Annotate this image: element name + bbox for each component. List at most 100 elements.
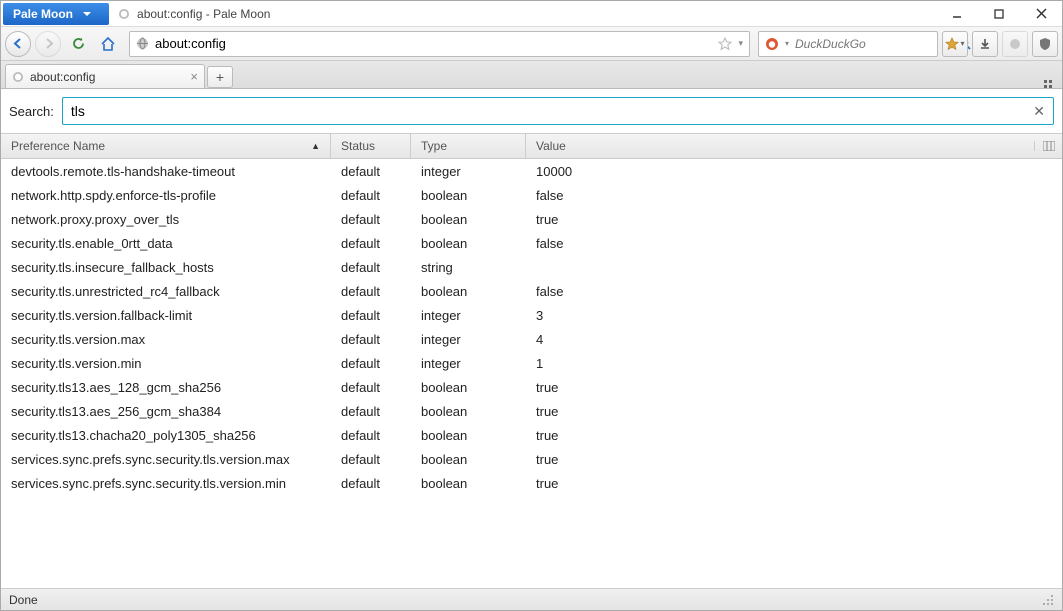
- pref-status: default: [331, 284, 411, 299]
- pref-value: true: [526, 452, 1062, 467]
- config-search-row: Search: ✕: [1, 89, 1062, 133]
- extension-button-1[interactable]: [1002, 31, 1028, 57]
- preference-row[interactable]: security.tls.insecure_fallback_hostsdefa…: [1, 255, 1062, 279]
- column-header-value[interactable]: Value: [526, 134, 1034, 158]
- sort-ascending-icon: ▲: [311, 141, 320, 151]
- preference-row[interactable]: services.sync.prefs.sync.security.tls.ve…: [1, 447, 1062, 471]
- preference-row[interactable]: security.tls.version.fallback-limitdefau…: [1, 303, 1062, 327]
- pref-name: services.sync.prefs.sync.security.tls.ve…: [1, 452, 331, 467]
- maximize-button[interactable]: [978, 1, 1020, 27]
- preference-row[interactable]: security.tls13.chacha20_poly1305_sha256d…: [1, 423, 1062, 447]
- preference-row[interactable]: devtools.remote.tls-handshake-timeoutdef…: [1, 159, 1062, 183]
- pref-name: network.http.spdy.enforce-tls-profile: [1, 188, 331, 203]
- pref-status: default: [331, 212, 411, 227]
- pref-value: true: [526, 428, 1062, 443]
- pref-status: default: [331, 236, 411, 251]
- tab-about-config[interactable]: about:config ×: [5, 64, 205, 88]
- pref-name: security.tls.enable_0rtt_data: [1, 236, 331, 251]
- pref-value: true: [526, 380, 1062, 395]
- column-picker-button[interactable]: [1034, 141, 1062, 151]
- url-input[interactable]: [155, 36, 712, 51]
- tab-title: about:config: [30, 70, 95, 84]
- pref-status: default: [331, 260, 411, 275]
- pref-status: default: [331, 356, 411, 371]
- pref-value: 4: [526, 332, 1062, 347]
- bookmarks-menu-button[interactable]: ▾: [942, 31, 968, 57]
- dropdown-icon[interactable]: ▾: [738, 38, 743, 49]
- preference-list[interactable]: devtools.remote.tls-handshake-timeoutdef…: [1, 159, 1062, 588]
- preference-row[interactable]: security.tls.version.mindefaultinteger1: [1, 351, 1062, 375]
- pref-name: devtools.remote.tls-handshake-timeout: [1, 164, 331, 179]
- search-input[interactable]: [795, 37, 952, 51]
- tab-favicon: [12, 71, 24, 83]
- pref-value: false: [526, 236, 1062, 251]
- pref-type: integer: [411, 164, 526, 179]
- forward-button[interactable]: [35, 31, 61, 57]
- preference-row[interactable]: services.sync.prefs.sync.security.tls.ve…: [1, 471, 1062, 495]
- home-button[interactable]: [95, 31, 121, 57]
- pref-status: default: [331, 404, 411, 419]
- tab-strip: about:config × +: [1, 61, 1062, 89]
- app-menu-button[interactable]: Pale Moon: [3, 3, 109, 25]
- caret-down-icon: [83, 12, 91, 16]
- column-header-row: Preference Name ▲ Status Type Value: [1, 133, 1062, 159]
- clear-search-icon[interactable]: ✕: [1033, 103, 1045, 120]
- pref-name: security.tls13.aes_128_gcm_sha256: [1, 380, 331, 395]
- pref-value: false: [526, 188, 1062, 203]
- pref-type: boolean: [411, 428, 526, 443]
- pref-type: integer: [411, 332, 526, 347]
- pref-value: true: [526, 404, 1062, 419]
- column-header-status[interactable]: Status: [331, 134, 411, 158]
- resize-grip-icon[interactable]: [1042, 594, 1054, 606]
- pref-status: default: [331, 188, 411, 203]
- pref-status: default: [331, 380, 411, 395]
- config-search-input[interactable]: [71, 103, 1033, 119]
- pref-type: boolean: [411, 380, 526, 395]
- column-header-name[interactable]: Preference Name ▲: [1, 134, 331, 158]
- pref-name: security.tls.version.fallback-limit: [1, 308, 331, 323]
- search-dropdown-icon[interactable]: ▾: [785, 39, 789, 48]
- preference-row[interactable]: network.http.spdy.enforce-tls-profiledef…: [1, 183, 1062, 207]
- pref-value: 1: [526, 356, 1062, 371]
- pref-type: integer: [411, 308, 526, 323]
- app-menu-label: Pale Moon: [13, 7, 73, 21]
- minimize-button[interactable]: [936, 1, 978, 27]
- pref-name: services.sync.prefs.sync.security.tls.ve…: [1, 476, 331, 491]
- preference-row[interactable]: network.proxy.proxy_over_tlsdefaultboole…: [1, 207, 1062, 231]
- pref-value: 10000: [526, 164, 1062, 179]
- preference-row[interactable]: security.tls13.aes_256_gcm_sha384default…: [1, 399, 1062, 423]
- preference-row[interactable]: security.tls.version.maxdefaultinteger4: [1, 327, 1062, 351]
- window-title: about:config - Pale Moon: [137, 7, 270, 21]
- search-engine-icon[interactable]: [765, 37, 779, 51]
- pref-status: default: [331, 476, 411, 491]
- close-button[interactable]: [1020, 1, 1062, 27]
- pref-value: false: [526, 284, 1062, 299]
- pref-type: boolean: [411, 452, 526, 467]
- new-tab-button[interactable]: +: [207, 66, 233, 88]
- pref-name: security.tls.unrestricted_rc4_fallback: [1, 284, 331, 299]
- all-tabs-button[interactable]: [1038, 80, 1058, 88]
- preference-row[interactable]: security.tls13.aes_128_gcm_sha256default…: [1, 375, 1062, 399]
- pref-type: boolean: [411, 476, 526, 491]
- pref-status: default: [331, 164, 411, 179]
- config-search-box[interactable]: ✕: [62, 97, 1054, 125]
- url-bar[interactable]: ▾: [129, 31, 750, 57]
- tab-close-icon[interactable]: ×: [190, 69, 198, 84]
- pref-type: string: [411, 260, 526, 275]
- status-bar: Done: [1, 588, 1062, 610]
- pref-type: boolean: [411, 284, 526, 299]
- extension-button-2[interactable]: [1032, 31, 1058, 57]
- back-button[interactable]: [5, 31, 31, 57]
- navigation-toolbar: ▾ ▾ ▾: [1, 27, 1062, 61]
- pref-name: security.tls.version.max: [1, 332, 331, 347]
- preference-row[interactable]: security.tls.enable_0rtt_datadefaultbool…: [1, 231, 1062, 255]
- column-header-type[interactable]: Type: [411, 134, 526, 158]
- downloads-button[interactable]: [972, 31, 998, 57]
- preference-row[interactable]: security.tls.unrestricted_rc4_fallbackde…: [1, 279, 1062, 303]
- identity-icon: [136, 37, 149, 50]
- pref-status: default: [331, 308, 411, 323]
- search-bar[interactable]: ▾: [758, 31, 938, 57]
- reload-button[interactable]: [65, 31, 91, 57]
- pref-name: security.tls13.chacha20_poly1305_sha256: [1, 428, 331, 443]
- bookmark-star-icon[interactable]: [718, 37, 732, 51]
